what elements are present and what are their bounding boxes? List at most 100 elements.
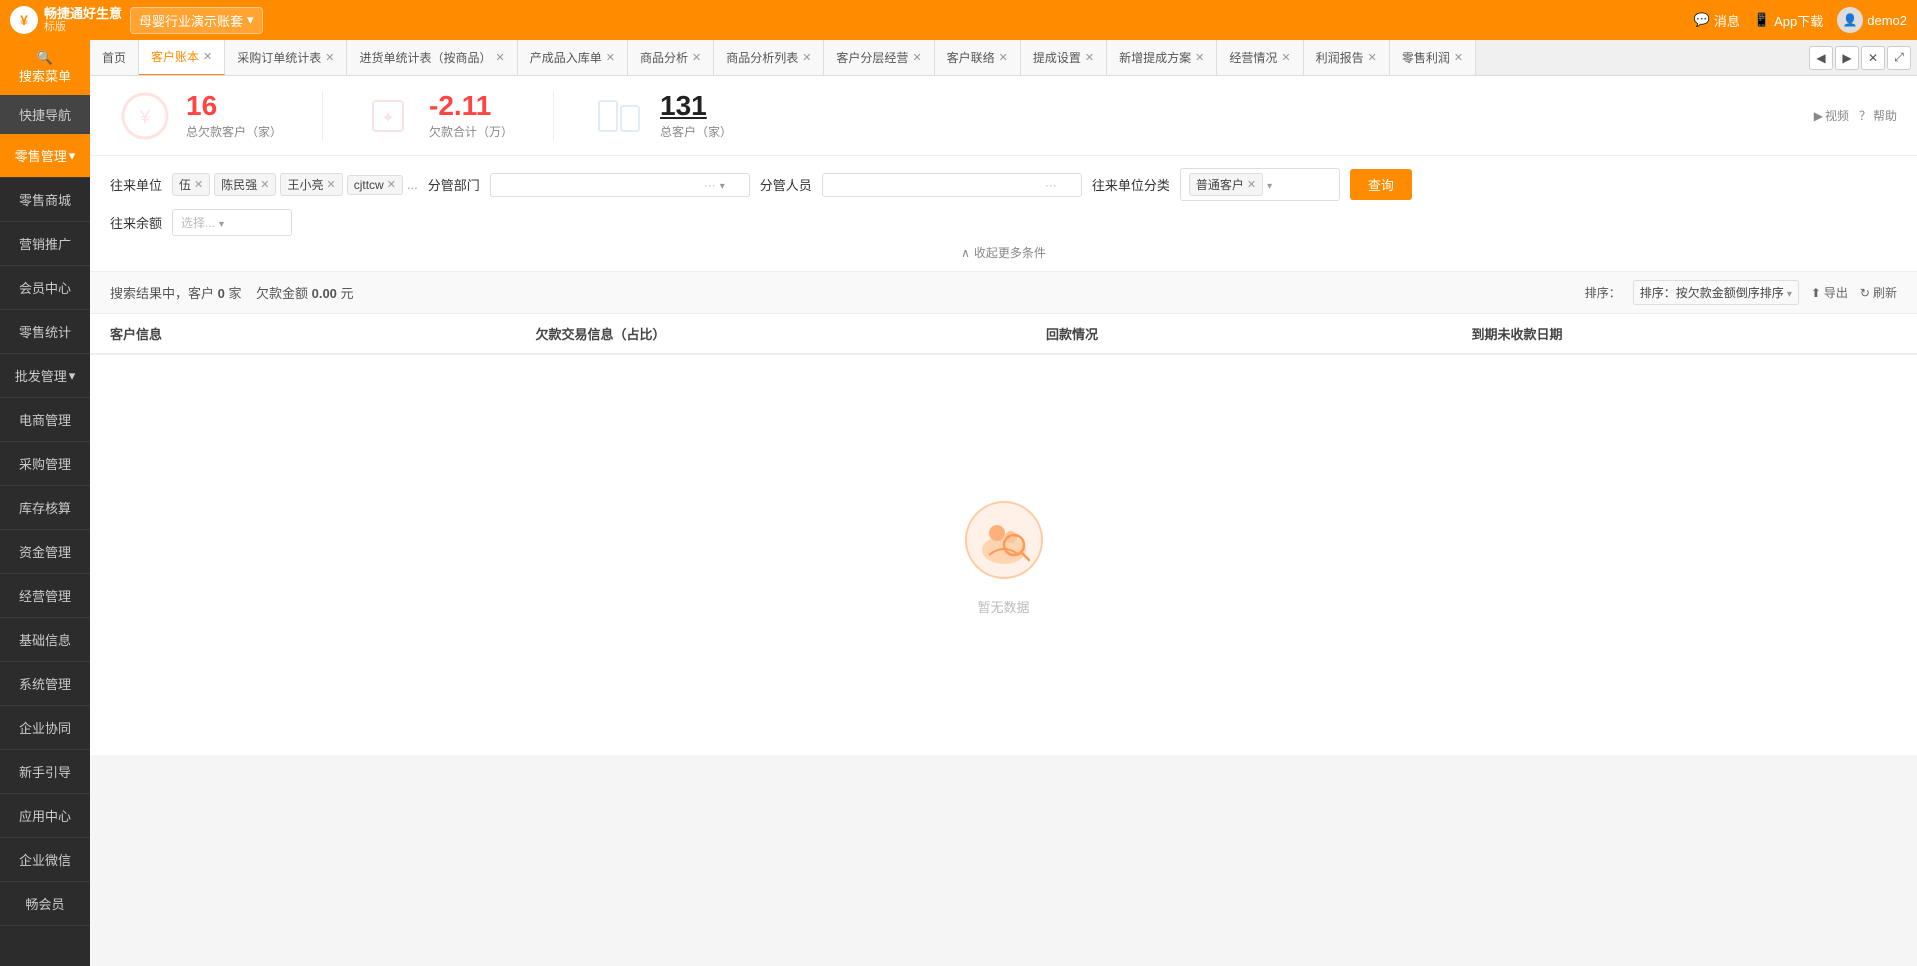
sidebar-item-retail-mgmt[interactable]: 零售管理 ▾ <box>0 134 90 178</box>
tag-close-0[interactable]: ✕ <box>194 178 203 191</box>
sort-select[interactable]: 排序：按欠款金额倒序排序 <box>1633 280 1799 305</box>
tab-close-6[interactable]: ✕ <box>802 51 811 64</box>
sidebar-item-app-center[interactable]: 应用中心 <box>0 794 90 838</box>
sidebar-item-quick-nav[interactable]: 快捷导航 <box>0 95 90 134</box>
sidebar-item-marketing[interactable]: 营销推广 <box>0 222 90 266</box>
sidebar-item-enterprise-wechat[interactable]: 企业微信 <box>0 838 90 882</box>
tab-purchase-order-stats[interactable]: 采购订单统计表 ✕ <box>225 40 347 76</box>
unit-class-tag-close[interactable]: ✕ <box>1247 178 1256 191</box>
tab-close-4[interactable]: ✕ <box>606 51 615 64</box>
results-bar-left: 搜索结果中，客户 0 家 欠款金额 0.00 元 <box>110 283 354 302</box>
unit-tag-1[interactable]: 陈民强 ✕ <box>214 173 276 196</box>
refresh-btn[interactable]: ↻ 刷新 <box>1860 284 1897 301</box>
stat-debt-amount-info: -2.11 欠款合计（万） <box>429 91 513 141</box>
sidebar-item-search[interactable]: 🔍 搜索菜单 <box>0 40 90 95</box>
col-debt-info: 欠款交易信息（占比） <box>535 324 1046 343</box>
stat-debt-amount-label: 欠款合计（万） <box>429 123 513 140</box>
tab-close-3[interactable]: ✕ <box>496 51 505 64</box>
top-bar-center: 母婴行业演示账套 ▾ <box>130 7 1686 34</box>
sidebar-item-purchase[interactable]: 采购管理 <box>0 442 90 486</box>
sidebar: 🔍 搜索菜单 快捷导航 零售管理 ▾ 零售商城 营销推广 会员中心 零售统计 批… <box>0 40 90 966</box>
tab-scroll-left[interactable]: ◀ <box>1809 46 1833 70</box>
tag-close-2[interactable]: ✕ <box>327 178 336 191</box>
unit-class-tag[interactable]: 普通客户 ✕ <box>1189 173 1263 196</box>
tab-profit-report[interactable]: 利润报告 ✕ <box>1304 40 1390 76</box>
query-button[interactable]: 查询 <box>1350 169 1412 200</box>
sidebar-item-inventory[interactable]: 库存核算 <box>0 486 90 530</box>
app-download-btn[interactable]: 📱 App下载 <box>1754 11 1823 30</box>
video-icon: ▶ <box>1814 109 1823 123</box>
tab-new-improvement[interactable]: 新增提成方案 ✕ <box>1107 40 1217 76</box>
stat-debt-amount-value: -2.11 <box>429 91 513 122</box>
tab-close-customer-capital[interactable]: ✕ <box>203 50 212 63</box>
person-filter-select[interactable]: ··· <box>822 173 1082 197</box>
unit-tag-3[interactable]: cjttcw ✕ <box>347 175 403 195</box>
tab-customer-segment[interactable]: 客户分层经营 ✕ <box>824 40 934 76</box>
tab-operations-status[interactable]: 经营情况 ✕ <box>1217 40 1303 76</box>
stat-debt-customers: ¥ 16 总欠款客户（家） <box>110 91 323 141</box>
user-area[interactable]: 👤 demo2 <box>1837 7 1907 33</box>
collapse-button[interactable]: ∧ 收起更多条件 <box>961 244 1046 261</box>
sidebar-item-ecommerce[interactable]: 电商管理 <box>0 398 90 442</box>
tab-close-13[interactable]: ✕ <box>1454 51 1463 64</box>
tab-improvement-settings[interactable]: 提成设置 ✕ <box>1021 40 1107 76</box>
tab-maximize[interactable]: ⤢ <box>1887 46 1911 70</box>
stat-total-customers: 131 总客户（家） <box>554 91 772 141</box>
sidebar-item-new-guide[interactable]: 新手引导 <box>0 750 90 794</box>
sidebar-item-operations[interactable]: 经营管理 <box>0 574 90 618</box>
sidebar-item-vip-member[interactable]: 畅会员 <box>0 882 90 926</box>
tab-close-5[interactable]: ✕ <box>692 51 701 64</box>
enterprise-name: 母婴行业演示账套 <box>139 11 243 30</box>
help-link[interactable]: ？ 帮助 <box>1859 107 1897 124</box>
sidebar-item-system[interactable]: 系统管理 <box>0 662 90 706</box>
dept-filter-select[interactable]: ··· <box>490 173 750 197</box>
debt-customers-icon: ¥ <box>120 91 170 141</box>
sort-label: 排序： <box>1585 284 1621 301</box>
tag-close-3[interactable]: ✕ <box>387 178 396 191</box>
unit-tag-2[interactable]: 王小亮 ✕ <box>280 173 342 196</box>
sidebar-item-retail-stats[interactable]: 零售统计 <box>0 310 90 354</box>
tab-product-analysis-list[interactable]: 商品分析列表 ✕ <box>714 40 824 76</box>
tab-close-all[interactable]: ✕ <box>1861 46 1885 70</box>
table-body: 暂无数据 <box>90 355 1917 755</box>
chevron-down-icon: ▾ <box>69 148 76 164</box>
sidebar-item-retail-shop[interactable]: 零售商城 <box>0 178 90 222</box>
col-overdue-date: 到期未收款日期 <box>1472 324 1897 343</box>
tab-product-analysis[interactable]: 商品分析 ✕ <box>628 40 714 76</box>
sidebar-item-basic-info[interactable]: 基础信息 <box>0 618 90 662</box>
tab-customer-connect[interactable]: 客户联络 ✕ <box>935 40 1021 76</box>
tab-close-9[interactable]: ✕ <box>1085 51 1094 64</box>
page-content: ¥ 16 总欠款客户（家） ✦ <box>90 76 1917 966</box>
sidebar-item-enterprise-coop[interactable]: 企业协同 <box>0 706 90 750</box>
unit-class-filter-select[interactable]: 普通客户 ✕ <box>1180 168 1340 201</box>
tab-close-12[interactable]: ✕ <box>1368 51 1377 64</box>
results-bar-right: 排序： 排序：按欠款金额倒序排序 ⬆ 导出 ↻ 刷新 <box>1585 280 1897 305</box>
search-result-text: 搜索结果中，客户 0 家 欠款金额 0.00 元 <box>110 283 354 302</box>
tag-close-1[interactable]: ✕ <box>260 178 269 191</box>
sidebar-item-finance[interactable]: 资金管理 <box>0 530 90 574</box>
tab-incoming-stats[interactable]: 进货单统计表（按商品） ✕ <box>347 40 517 76</box>
sidebar-item-wholesale[interactable]: 批发管理 ▾ <box>0 354 90 398</box>
sort-chevron <box>1787 286 1792 300</box>
video-link[interactable]: ▶ 视频 <box>1814 107 1849 124</box>
tab-close-8[interactable]: ✕ <box>999 51 1008 64</box>
unit-tag-0[interactable]: 伍 ✕ <box>172 173 210 196</box>
filter-row-2: 往来余额 选择... <box>110 209 1897 236</box>
export-btn[interactable]: ⬆ 导出 <box>1811 284 1848 301</box>
tab-retail-profit[interactable]: 零售利润 ✕ <box>1390 40 1476 76</box>
message-btn[interactable]: 💬 消息 <box>1694 11 1740 30</box>
tab-scroll-right[interactable]: ▶ <box>1835 46 1859 70</box>
balance-filter-select[interactable]: 选择... <box>172 209 292 236</box>
tab-close-10[interactable]: ✕ <box>1195 51 1204 64</box>
sidebar-item-member[interactable]: 会员中心 <box>0 266 90 310</box>
tab-customer-capital[interactable]: 客户账本 ✕ <box>139 40 225 76</box>
top-bar: ¥ 畅捷通好生意 标版 母婴行业演示账套 ▾ 💬 消息 📱 App下载 👤 de… <box>0 0 1917 40</box>
tab-product-inbound[interactable]: 产成品入库单 ✕ <box>518 40 628 76</box>
enterprise-selector[interactable]: 母婴行业演示账套 ▾ <box>130 7 263 34</box>
filter-more-btn[interactable]: ... <box>407 177 418 192</box>
tab-close-11[interactable]: ✕ <box>1281 51 1290 64</box>
tab-close-7[interactable]: ✕ <box>912 51 921 64</box>
app-download-label: App下载 <box>1774 11 1823 30</box>
tab-close-2[interactable]: ✕ <box>325 51 334 64</box>
tab-home[interactable]: 首页 <box>90 40 139 76</box>
